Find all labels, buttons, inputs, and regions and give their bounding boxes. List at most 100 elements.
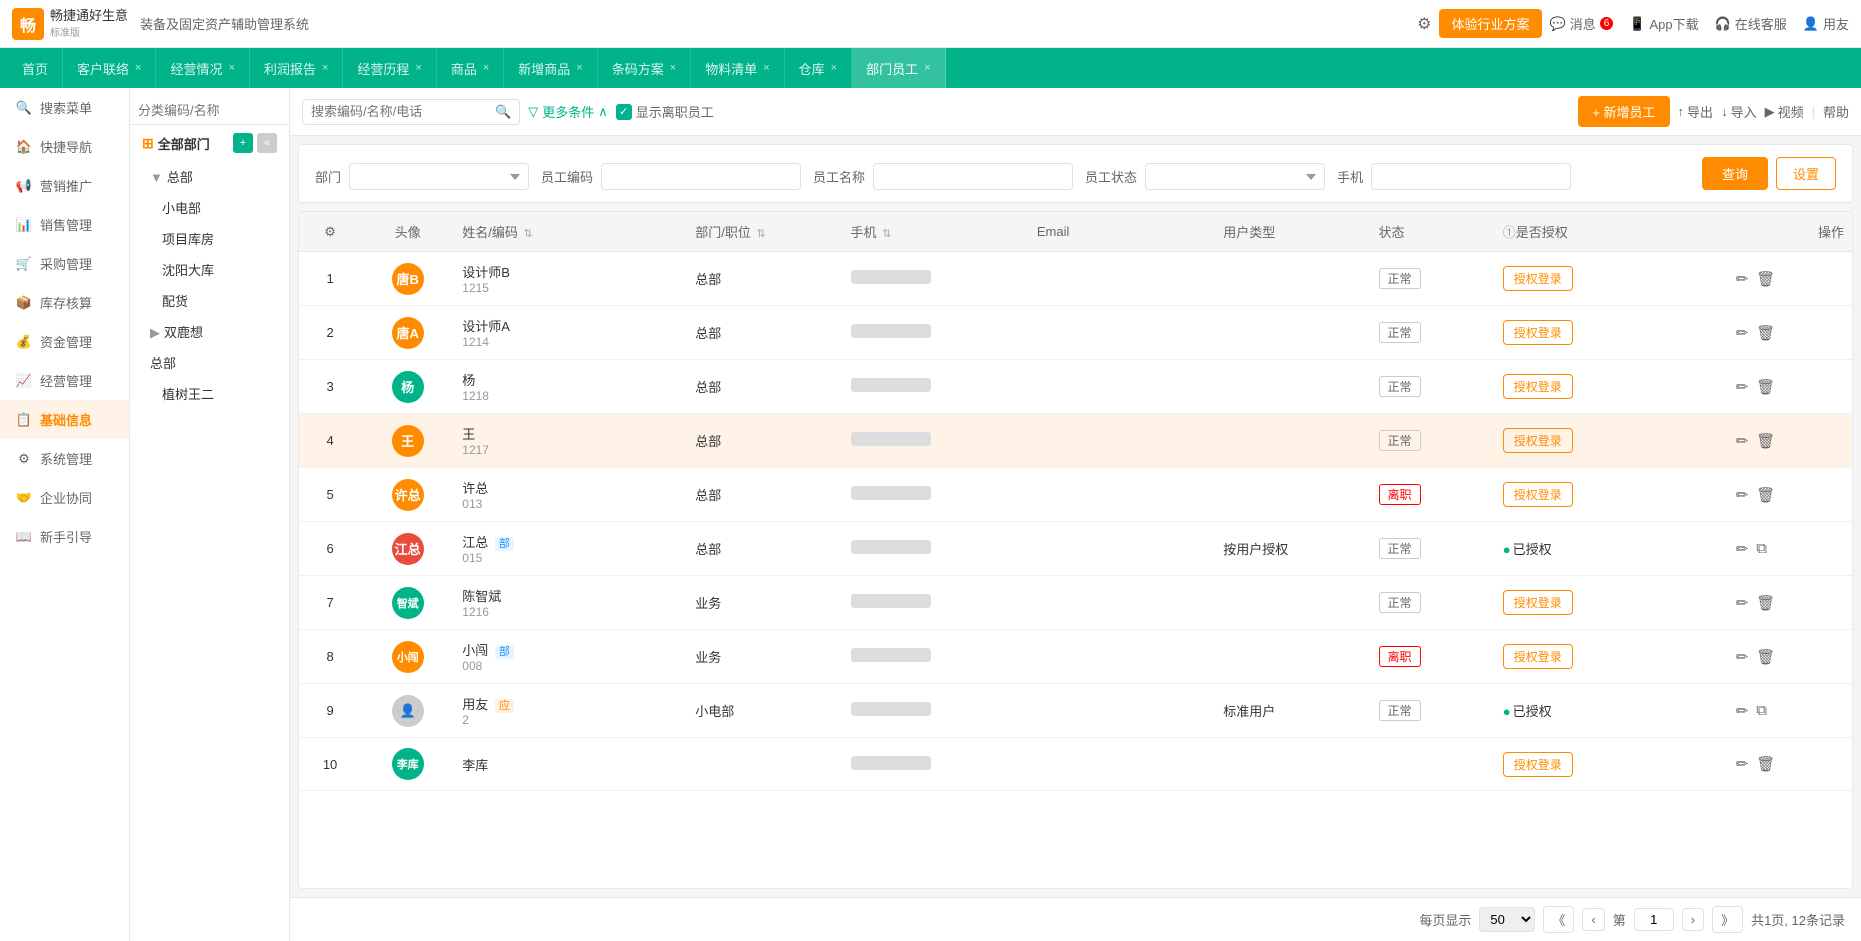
edit-button[interactable]: ✏	[1736, 378, 1749, 396]
tab-warehouse[interactable]: 仓库 ×	[785, 48, 852, 88]
delete-button[interactable]: 🗑	[1756, 432, 1775, 450]
delete-button[interactable]: 🗑	[1756, 486, 1775, 504]
edit-button[interactable]: ✏	[1736, 648, 1749, 666]
sidebar-item-purchase[interactable]: 🛒 采购管理	[0, 244, 129, 283]
delete-button[interactable]: 🗑	[1756, 270, 1775, 288]
more-conditions-button[interactable]: ▽ 更多条件 ∧	[528, 102, 608, 121]
auth-button[interactable]: 授权登录	[1503, 320, 1573, 345]
sidebar-item-nav[interactable]: 🏠 快捷导航	[0, 127, 129, 166]
edit-button[interactable]: ✏	[1736, 432, 1749, 450]
sidebar-item-collab[interactable]: 🤝 企业协同	[0, 478, 129, 517]
dept-tree-item-shenyang[interactable]: 沈阳大库	[130, 254, 289, 285]
delete-button[interactable]: 🗑	[1756, 324, 1775, 342]
close-icon[interactable]: ×	[483, 62, 489, 74]
search-input[interactable]	[311, 104, 491, 119]
auth-button[interactable]: 授权登录	[1503, 428, 1573, 453]
tab-home[interactable]: 首页	[8, 48, 63, 88]
query-button[interactable]: 查询	[1702, 157, 1768, 190]
emp-name-filter-input[interactable]	[873, 163, 1073, 190]
tab-bom[interactable]: 物料清单 ×	[691, 48, 784, 88]
tab-operation[interactable]: 经营情况 ×	[156, 48, 249, 88]
edit-button[interactable]: ✏	[1736, 486, 1749, 504]
tab-history[interactable]: 经营历程 ×	[343, 48, 436, 88]
dept-tree-item-zongbu[interactable]: ▼总部	[130, 161, 289, 192]
edit-button[interactable]: ✏	[1736, 702, 1749, 720]
close-icon[interactable]: ×	[135, 62, 141, 74]
delete-button[interactable]: 🗑	[1756, 648, 1775, 666]
sidebar-item-finance[interactable]: 💰 资金管理	[0, 322, 129, 361]
close-icon[interactable]: ×	[924, 62, 930, 74]
tab-profit[interactable]: 利润报告 ×	[250, 48, 343, 88]
th-phone[interactable]: 手机 ⇅	[843, 212, 1029, 252]
sidebar-item-guide[interactable]: 📖 新手引导	[0, 517, 129, 556]
page-size-select[interactable]: 50 100	[1479, 907, 1535, 932]
collapse-dept-button[interactable]: «	[257, 133, 277, 153]
tab-goods[interactable]: 商品 ×	[437, 48, 504, 88]
trial-button[interactable]: 体验行业方案	[1439, 9, 1541, 38]
auth-button[interactable]: 授权登录	[1503, 374, 1573, 399]
delete-button[interactable]: 🗑	[1756, 594, 1775, 612]
help-button[interactable]: 帮助	[1823, 102, 1849, 121]
sidebar-item-system[interactable]: ⚙ 系统管理	[0, 439, 129, 478]
sidebar-item-business[interactable]: 📈 经营管理	[0, 361, 129, 400]
online-service-button[interactable]: 🎧 在线客服	[1715, 14, 1787, 33]
import-button[interactable]: ↓ 导入	[1721, 102, 1757, 121]
edit-button[interactable]: ✏	[1736, 540, 1749, 558]
dept-tree-item-zongbu2[interactable]: 总部	[130, 347, 289, 378]
delete-button[interactable]: 🗑	[1756, 755, 1775, 773]
message-button[interactable]: 💬 消息 6	[1550, 14, 1614, 33]
close-icon[interactable]: ×	[415, 62, 421, 74]
auth-button[interactable]: 授权登录	[1503, 266, 1573, 291]
add-employee-button[interactable]: + 新增员工	[1578, 96, 1669, 127]
auth-button[interactable]: 授权登录	[1503, 644, 1573, 669]
edit-button[interactable]: ✏	[1736, 755, 1749, 773]
auth-button[interactable]: 授权登录	[1503, 752, 1573, 777]
sidebar-item-search[interactable]: 🔍 搜索菜单	[0, 88, 129, 127]
add-dept-button[interactable]: +	[233, 133, 253, 153]
close-icon[interactable]: ×	[322, 62, 328, 74]
next-page-button[interactable]: ›	[1682, 908, 1704, 931]
edit-button[interactable]: ✏	[1736, 270, 1749, 288]
edit-button[interactable]: ✏	[1736, 594, 1749, 612]
sidebar-item-marketing[interactable]: 📢 营销推广	[0, 166, 129, 205]
dept-search-input[interactable]	[138, 103, 290, 118]
dept-tree-item-shuanglu[interactable]: ▶双鹿想	[130, 316, 289, 347]
sidebar-item-basic[interactable]: 📋 基础信息	[0, 400, 129, 439]
show-resigned-toggle[interactable]: ✓ 显示离职员工	[616, 102, 714, 121]
th-name[interactable]: 姓名/编码 ⇅	[454, 212, 687, 252]
tab-add-goods[interactable]: 新增商品 ×	[504, 48, 597, 88]
tab-employees[interactable]: 部门员工 ×	[852, 48, 945, 88]
tab-customer[interactable]: 客户联络 ×	[63, 48, 156, 88]
app-download-button[interactable]: 📱 App下载	[1629, 14, 1698, 33]
edit-button[interactable]: ✏	[1736, 324, 1749, 342]
dept-tree-item-xiangmu[interactable]: 项目库房	[130, 223, 289, 254]
phone-filter-input[interactable]	[1371, 163, 1571, 190]
auth-button[interactable]: 授权登录	[1503, 482, 1573, 507]
tab-barcode[interactable]: 条码方案 ×	[598, 48, 691, 88]
last-page-button[interactable]: 》	[1712, 906, 1743, 933]
close-icon[interactable]: ×	[670, 62, 676, 74]
dept-tree-item-peihuo[interactable]: 配货	[130, 285, 289, 316]
set-button[interactable]: 设置	[1776, 157, 1836, 190]
dept-tree-item-zhishu[interactable]: 植树王二	[130, 378, 289, 409]
export-button[interactable]: ↑ 导出	[1678, 102, 1714, 121]
copy-button[interactable]: ⧉	[1756, 540, 1767, 558]
dept-tree-item-xiaodian[interactable]: 小电部	[130, 192, 289, 223]
user-button[interactable]: 👤 用友	[1803, 14, 1849, 33]
close-icon[interactable]: ×	[831, 62, 837, 74]
copy-button[interactable]: ⧉	[1756, 702, 1767, 720]
table-settings-icon[interactable]: ⚙	[324, 224, 336, 239]
sidebar-item-sales[interactable]: 📊 销售管理	[0, 205, 129, 244]
settings-button[interactable]: ⚙	[1417, 14, 1431, 34]
delete-button[interactable]: 🗑	[1756, 378, 1775, 396]
close-icon[interactable]: ×	[228, 62, 234, 74]
th-dept[interactable]: 部门/职位 ⇅	[687, 212, 842, 252]
video-button[interactable]: ▶ 视频	[1765, 102, 1804, 121]
emp-code-filter-input[interactable]	[601, 163, 801, 190]
close-icon[interactable]: ×	[576, 62, 582, 74]
first-page-button[interactable]: 《	[1543, 906, 1574, 933]
dept-filter-select[interactable]	[349, 163, 529, 190]
auth-button[interactable]: 授权登录	[1503, 590, 1573, 615]
sidebar-item-inventory[interactable]: 📦 库存核算	[0, 283, 129, 322]
page-input[interactable]	[1634, 908, 1674, 931]
